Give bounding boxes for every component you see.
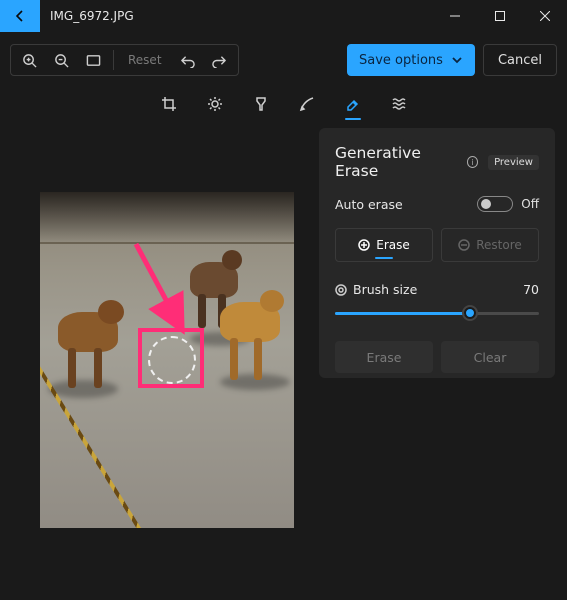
minimize-button[interactable] bbox=[432, 0, 477, 32]
brush-size-icon bbox=[335, 284, 347, 296]
info-icon[interactable]: i bbox=[467, 156, 478, 168]
brush-size-value: 70 bbox=[523, 282, 539, 297]
auto-erase-state: Off bbox=[521, 197, 539, 211]
save-options-label: Save options bbox=[359, 53, 443, 68]
tab-background[interactable] bbox=[389, 94, 409, 114]
auto-erase-label: Auto erase bbox=[335, 197, 403, 212]
brush-size-slider[interactable] bbox=[335, 305, 539, 321]
panel-title: Generative Erase bbox=[335, 144, 461, 180]
brush-cursor bbox=[148, 336, 196, 384]
titlebar: IMG_6972.JPG bbox=[0, 0, 567, 32]
zoom-out-button[interactable] bbox=[47, 46, 75, 74]
remove-icon bbox=[458, 239, 470, 251]
auto-erase-toggle[interactable] bbox=[477, 196, 513, 212]
canvas-area bbox=[0, 120, 319, 600]
main-area: Generative Erase i Preview Auto erase Of… bbox=[0, 120, 567, 600]
erase-mode-button[interactable]: Erase bbox=[335, 228, 433, 262]
brush-size-label: Brush size bbox=[353, 282, 417, 297]
restore-mode-button[interactable]: Restore bbox=[441, 228, 539, 262]
chevron-down-icon bbox=[451, 54, 463, 66]
erase-action-button[interactable]: Erase bbox=[335, 341, 433, 373]
maximize-button[interactable] bbox=[477, 0, 522, 32]
window-title: IMG_6972.JPG bbox=[40, 0, 432, 32]
tab-crop[interactable] bbox=[159, 94, 179, 114]
generative-erase-panel: Generative Erase i Preview Auto erase Of… bbox=[319, 128, 555, 378]
editing-tabs bbox=[0, 94, 567, 120]
zoom-in-button[interactable] bbox=[15, 46, 43, 74]
top-toolbar: Reset Save options Cancel bbox=[10, 40, 557, 80]
window-controls bbox=[432, 0, 567, 32]
back-button[interactable] bbox=[0, 0, 40, 32]
tab-filter[interactable] bbox=[251, 94, 271, 114]
cancel-button[interactable]: Cancel bbox=[483, 44, 557, 76]
zoom-group: Reset bbox=[10, 44, 239, 76]
preview-badge: Preview bbox=[488, 155, 539, 170]
photo-canvas[interactable] bbox=[40, 192, 294, 528]
save-options-button[interactable]: Save options bbox=[347, 44, 475, 76]
undo-button[interactable] bbox=[174, 46, 202, 74]
close-button[interactable] bbox=[522, 0, 567, 32]
tab-adjust[interactable] bbox=[205, 94, 225, 114]
redo-button[interactable] bbox=[206, 46, 234, 74]
add-icon bbox=[358, 239, 370, 251]
tab-erase[interactable] bbox=[343, 94, 363, 114]
toolbar-divider bbox=[113, 50, 114, 70]
fit-button[interactable] bbox=[79, 46, 107, 74]
annotation-arrow bbox=[128, 238, 198, 342]
reset-button[interactable]: Reset bbox=[120, 53, 170, 67]
clear-action-button[interactable]: Clear bbox=[441, 341, 539, 373]
tab-markup[interactable] bbox=[297, 94, 317, 114]
